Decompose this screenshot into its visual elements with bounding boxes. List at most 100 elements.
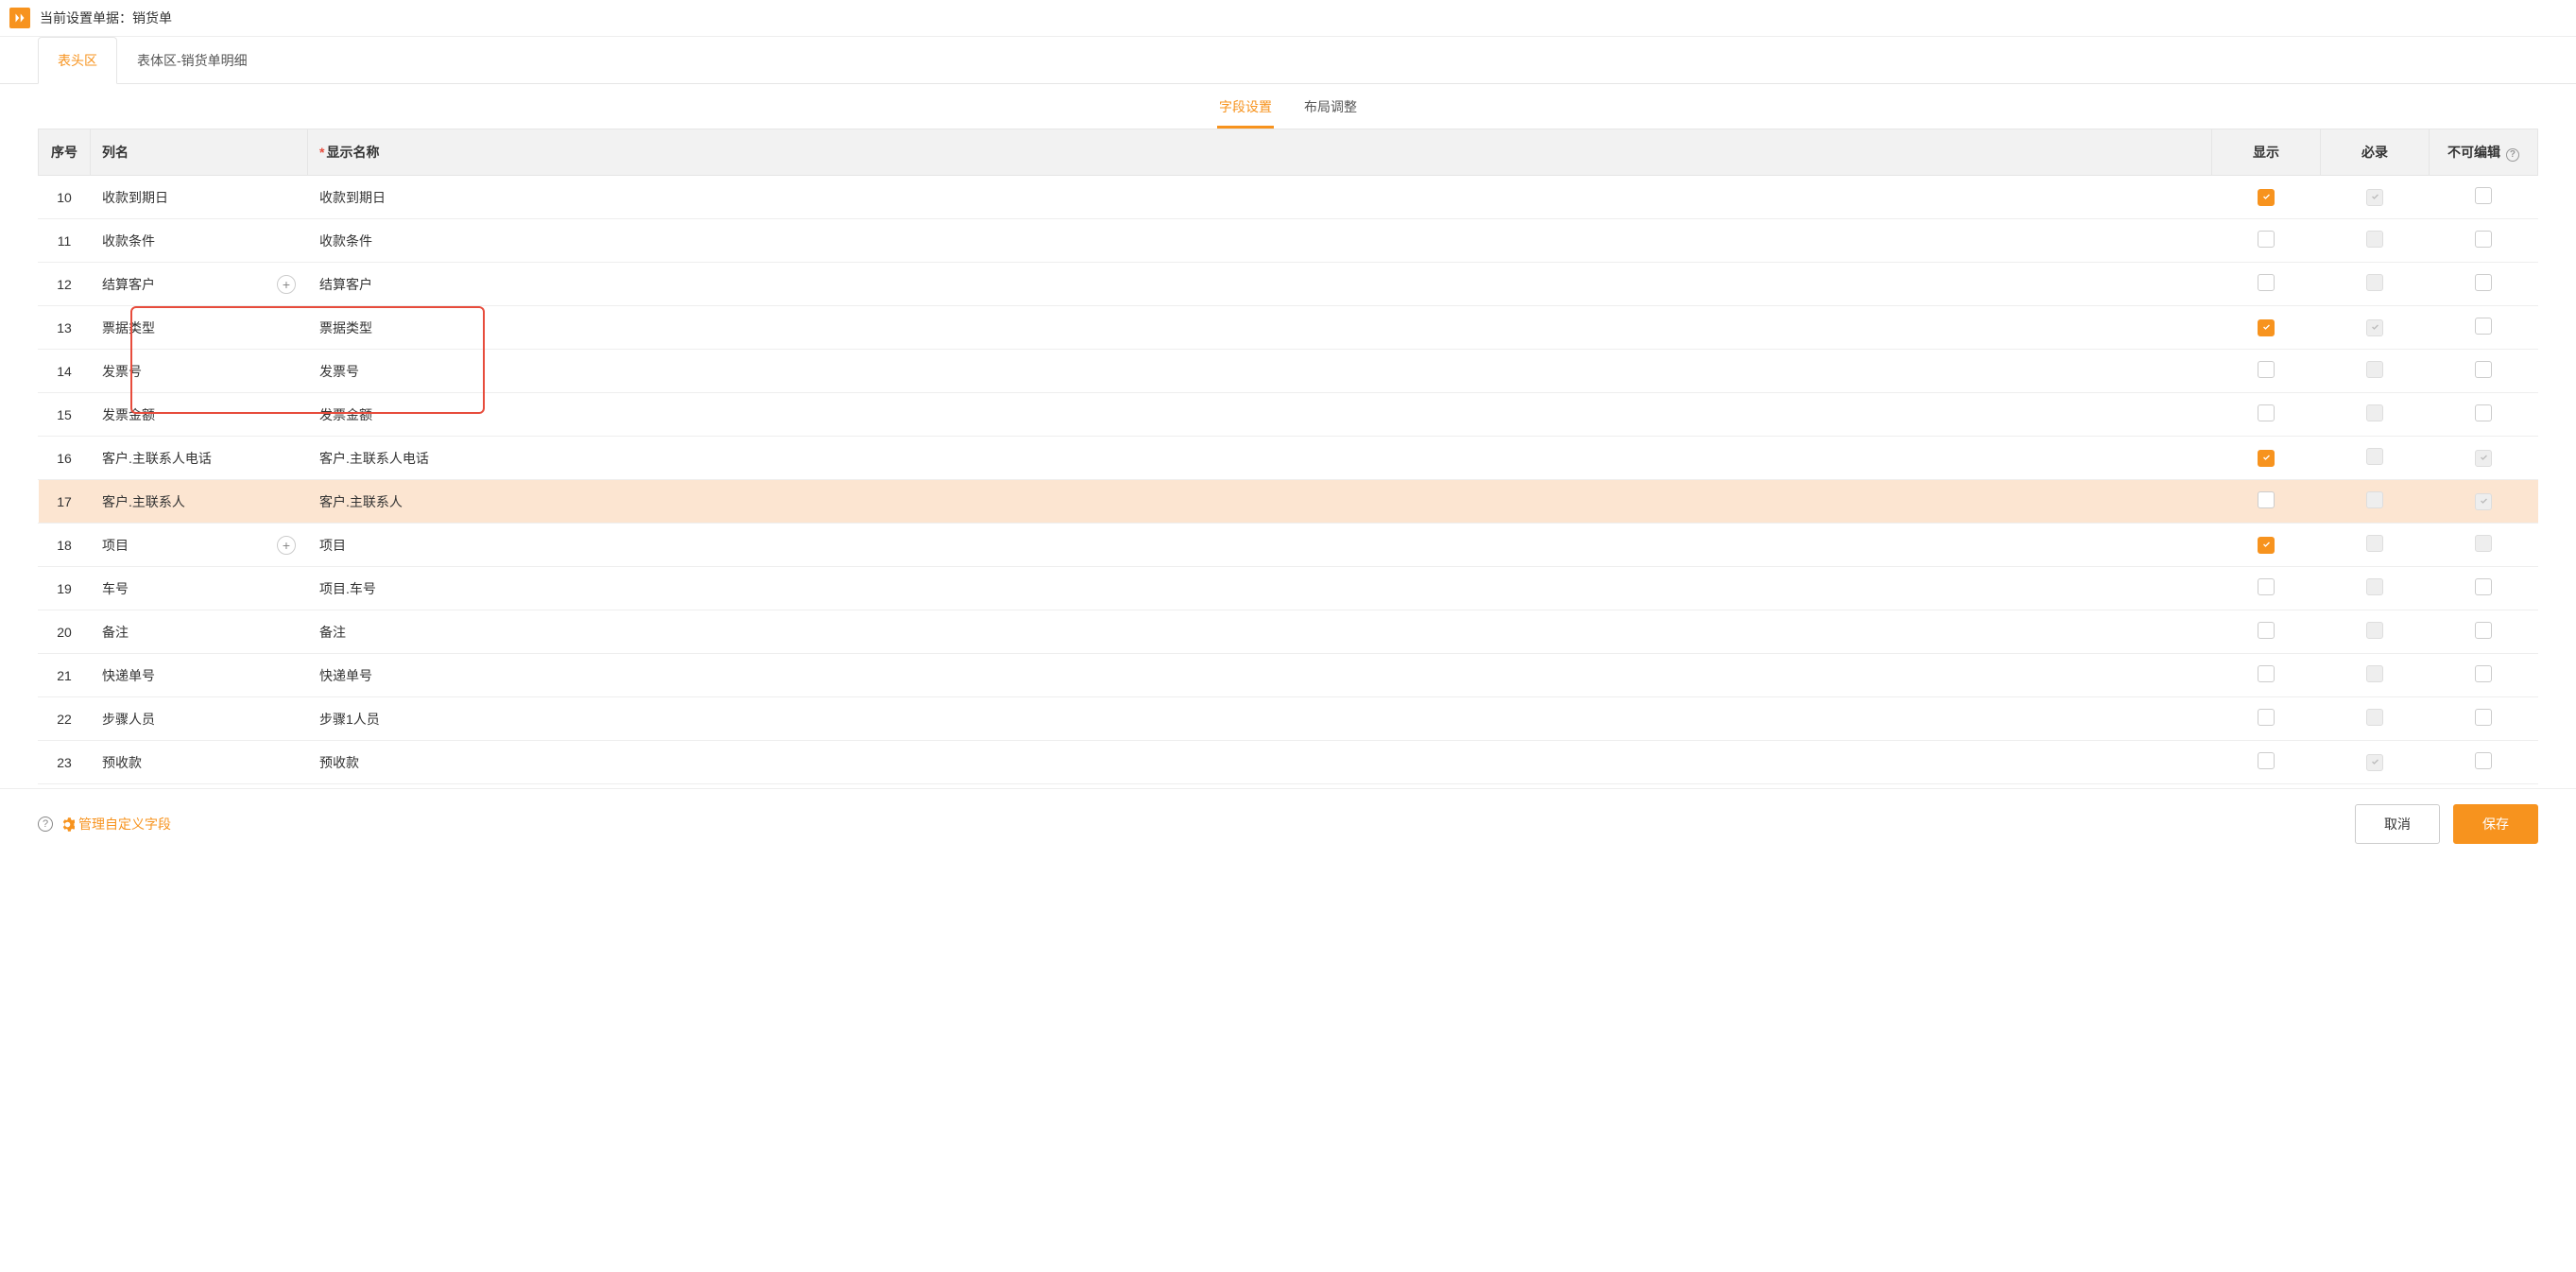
cell-display-name[interactable]: 收款到期日 (308, 176, 2212, 219)
cell-column-name: 结算客户+ (91, 263, 308, 306)
cell-display-name[interactable]: 发票号 (308, 350, 2212, 393)
column-name-label: 车号 (102, 579, 129, 598)
sub-tabs: 字段设置布局调整 (0, 84, 2576, 129)
cell-show (2212, 219, 2321, 263)
cancel-button[interactable]: 取消 (2355, 804, 2440, 844)
cell-locked (2430, 176, 2538, 219)
required-checkbox (2366, 622, 2383, 639)
cell-display-name[interactable]: 客户.主联系人 (308, 480, 2212, 524)
cell-display-name[interactable]: 备注 (308, 610, 2212, 654)
show-checkbox[interactable] (2258, 752, 2275, 769)
col-header-name: 列名 (91, 129, 308, 176)
cell-column-name: 收款条件 (91, 219, 308, 263)
table-row: 13票据类型票据类型 (39, 306, 2538, 350)
cell-show (2212, 306, 2321, 350)
cell-required (2321, 654, 2430, 697)
cell-seq: 13 (39, 306, 91, 350)
cell-locked (2430, 480, 2538, 524)
cell-show (2212, 350, 2321, 393)
locked-checkbox[interactable] (2475, 404, 2492, 421)
sub-tab-1[interactable]: 布局调整 (1302, 97, 1359, 129)
cell-column-name: 票据类型 (91, 306, 308, 350)
required-checkbox (2366, 274, 2383, 291)
cell-display-name[interactable]: 项目 (308, 524, 2212, 567)
cell-column-name: 车号 (91, 567, 308, 610)
cell-seq: 14 (39, 350, 91, 393)
locked-checkbox[interactable] (2475, 187, 2492, 204)
table-row: 21快递单号快递单号 (39, 654, 2538, 697)
cell-display-name[interactable]: 步骤1人员 (308, 697, 2212, 741)
main-tab-0[interactable]: 表头区 (38, 37, 117, 84)
help-icon[interactable]: ? (2506, 148, 2519, 162)
required-checkbox (2366, 189, 2383, 206)
locked-checkbox[interactable] (2475, 752, 2492, 769)
expand-plus-button[interactable]: + (277, 275, 296, 294)
col-header-required: 必录 (2321, 129, 2430, 176)
field-settings-table: 序号 列名 *显示名称 显示 必录 不可编辑 ? 10收款到期日收款到期日11收… (38, 129, 2538, 784)
cell-locked (2430, 393, 2538, 437)
expand-plus-button[interactable]: + (277, 536, 296, 555)
cell-display-name[interactable]: 预收款 (308, 741, 2212, 784)
cell-display-name[interactable]: 结算客户 (308, 263, 2212, 306)
cell-display-name[interactable]: 项目.车号 (308, 567, 2212, 610)
show-checkbox[interactable] (2258, 578, 2275, 595)
cell-required (2321, 524, 2430, 567)
show-checkbox[interactable] (2258, 189, 2275, 206)
locked-checkbox[interactable] (2475, 622, 2492, 639)
show-checkbox[interactable] (2258, 709, 2275, 726)
show-checkbox[interactable] (2258, 622, 2275, 639)
gear-icon (60, 817, 75, 832)
locked-checkbox[interactable] (2475, 318, 2492, 335)
locked-checkbox[interactable] (2475, 231, 2492, 248)
column-name-label: 发票号 (102, 362, 142, 381)
locked-checkbox[interactable] (2475, 665, 2492, 682)
show-checkbox[interactable] (2258, 231, 2275, 248)
cell-column-name: 客户.主联系人 (91, 480, 308, 524)
cell-display-name[interactable]: 收款条件 (308, 219, 2212, 263)
banner-doc-name: 销货单 (132, 9, 172, 27)
locked-checkbox[interactable] (2475, 361, 2492, 378)
required-checkbox (2366, 319, 2383, 336)
footer-right: 取消 保存 (2355, 804, 2538, 844)
cell-column-name: 预收款 (91, 741, 308, 784)
show-checkbox[interactable] (2258, 319, 2275, 336)
cell-column-name: 项目+ (91, 524, 308, 567)
cell-locked (2430, 654, 2538, 697)
cell-show (2212, 741, 2321, 784)
cell-locked (2430, 524, 2538, 567)
expand-panel-button[interactable] (9, 8, 30, 28)
cell-display-name[interactable]: 快递单号 (308, 654, 2212, 697)
show-checkbox[interactable] (2258, 404, 2275, 421)
cell-display-name[interactable]: 客户.主联系人电话 (308, 437, 2212, 480)
locked-checkbox[interactable] (2475, 578, 2492, 595)
show-checkbox[interactable] (2258, 537, 2275, 554)
cell-locked (2430, 610, 2538, 654)
cell-seq: 17 (39, 480, 91, 524)
cell-display-name[interactable]: 票据类型 (308, 306, 2212, 350)
sub-tab-0[interactable]: 字段设置 (1217, 97, 1274, 129)
show-checkbox[interactable] (2258, 361, 2275, 378)
manage-custom-fields-link[interactable]: 管理自定义字段 (60, 815, 171, 834)
question-icon[interactable]: ? (38, 816, 53, 832)
cell-locked (2430, 350, 2538, 393)
cell-required (2321, 176, 2430, 219)
show-checkbox[interactable] (2258, 450, 2275, 467)
locked-checkbox[interactable] (2475, 274, 2492, 291)
cell-column-name: 步骤人员 (91, 697, 308, 741)
show-checkbox[interactable] (2258, 491, 2275, 508)
cell-required (2321, 480, 2430, 524)
table-row: 19车号项目.车号 (39, 567, 2538, 610)
cell-required (2321, 350, 2430, 393)
cell-display-name[interactable]: 发票金额 (308, 393, 2212, 437)
main-tab-1[interactable]: 表体区-销货单明细 (117, 37, 267, 84)
locked-checkbox[interactable] (2475, 709, 2492, 726)
column-name-label: 发票金额 (102, 405, 155, 424)
column-name-label: 预收款 (102, 753, 142, 772)
cell-required (2321, 567, 2430, 610)
show-checkbox[interactable] (2258, 274, 2275, 291)
save-button[interactable]: 保存 (2453, 804, 2538, 844)
col-header-show: 显示 (2212, 129, 2321, 176)
column-name-label: 备注 (102, 623, 129, 642)
show-checkbox[interactable] (2258, 665, 2275, 682)
column-name-label: 客户.主联系人电话 (102, 449, 212, 468)
